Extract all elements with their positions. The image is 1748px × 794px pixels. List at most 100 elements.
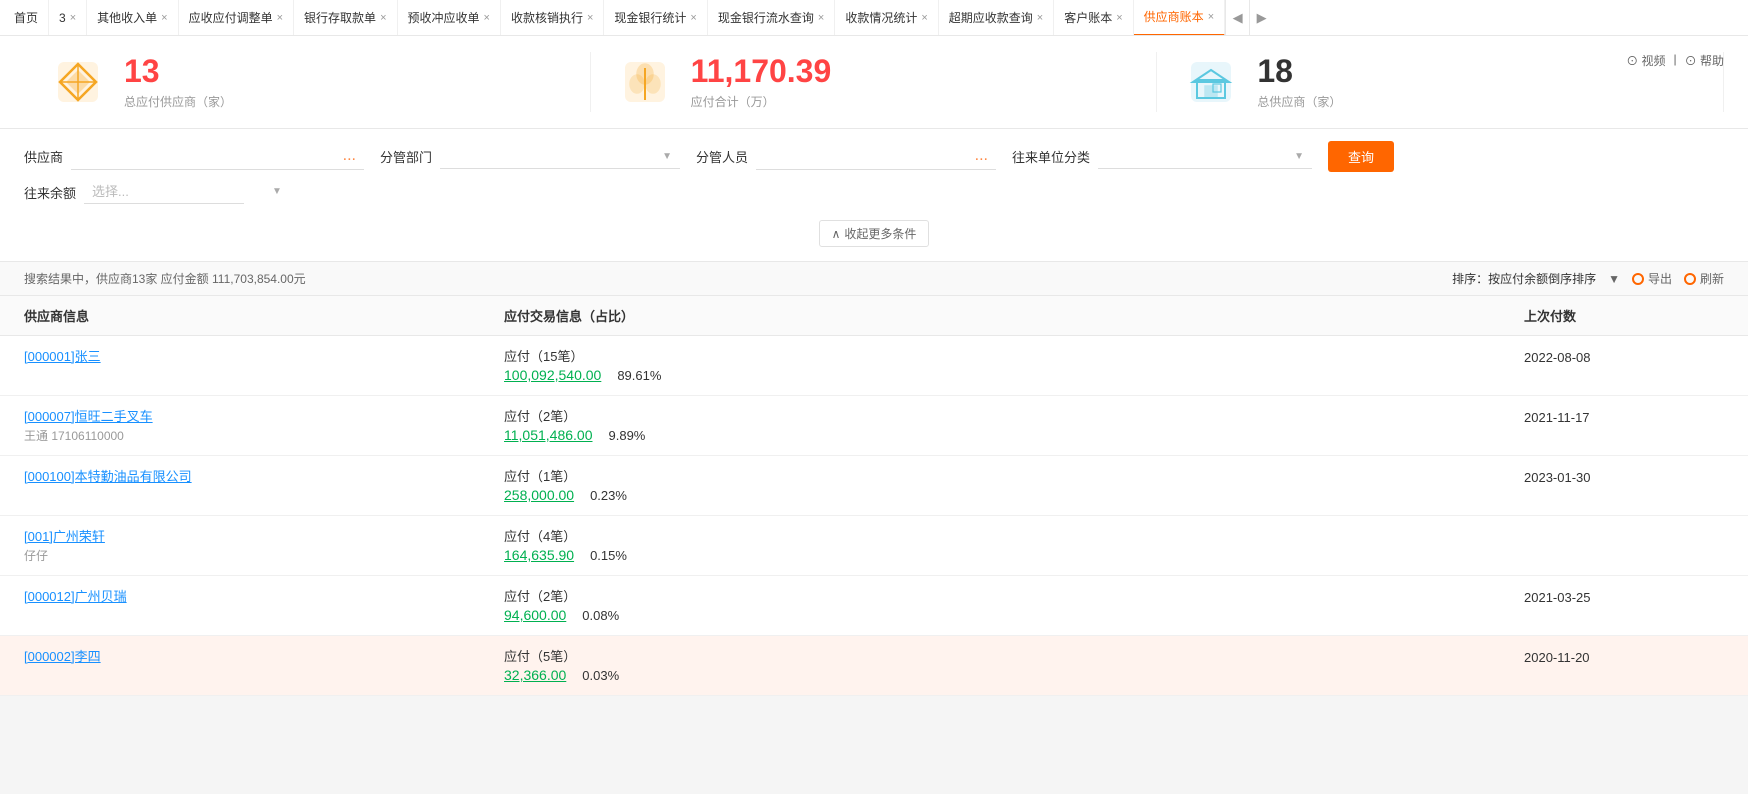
supplier-link-2[interactable]: [000007]恒旺二手叉车 xyxy=(24,406,504,425)
nav-home[interactable]: 首页 xyxy=(4,0,49,36)
export-label[interactable]: 导出 xyxy=(1648,270,1672,287)
refresh-label[interactable]: 刷新 xyxy=(1700,270,1724,287)
tx-amount-6[interactable]: 32,366.00 xyxy=(504,667,566,683)
tx-col-6: 应付（5笔） 32,366.00 0.03% xyxy=(504,646,1524,683)
tx-col-3: 应付（1笔） 258,000.00 0.23% xyxy=(504,466,1524,503)
supplier-link-1[interactable]: [000001]张三 xyxy=(24,346,504,365)
video-link[interactable]: ⊙ 视频 xyxy=(1626,52,1665,69)
nav-close-receipt-stat[interactable]: × xyxy=(921,12,927,24)
nav-ap-adjust[interactable]: 应收应付调整单 × xyxy=(179,0,294,36)
dept-input[interactable] xyxy=(448,149,658,164)
supplier-ellipsis[interactable]: ... xyxy=(343,147,356,165)
category-input[interactable] xyxy=(1106,149,1290,164)
export-radio xyxy=(1632,273,1644,285)
nav-close-customer-account[interactable]: × xyxy=(1116,12,1122,24)
last-pay-2: 2021-11-17 xyxy=(1524,406,1724,425)
nav-close-supplier-account[interactable]: × xyxy=(1208,11,1214,23)
refresh-button[interactable]: 刷新 xyxy=(1684,270,1724,287)
tx-col-1: 应付（15笔） 100,092,540.00 89.61% xyxy=(504,346,1524,383)
supplier-col-5: [000012]广州贝瑞 xyxy=(24,586,504,605)
tx-amount-2[interactable]: 11,051,486.00 xyxy=(504,427,593,443)
summary-ap-amount-text: 11,170.39 应付合计（万） xyxy=(691,54,832,110)
tx-amount-5[interactable]: 94,600.00 xyxy=(504,607,566,623)
summary-card-ap-amount: 11,170.39 应付合计（万） xyxy=(591,52,1158,112)
refresh-radio xyxy=(1684,273,1696,285)
collapse-button[interactable]: ∧ 收起更多条件 xyxy=(819,220,930,247)
summary-card-ap-suppliers: 13 总应付供应商（家） xyxy=(24,52,591,112)
dept-arrow[interactable]: ▼ xyxy=(662,151,672,162)
tx-info-4: 应付（4笔） 164,635.90 0.15% xyxy=(504,526,1524,563)
sort-arrow: ▼ xyxy=(1608,272,1620,286)
nav-collection[interactable]: 收款核销执行 × xyxy=(501,0,604,36)
tx-percent-4: 0.15% xyxy=(590,548,627,563)
sort-label[interactable]: 排序：按应付余额倒序排序 xyxy=(1452,270,1596,287)
tx-col-2: 应付（2笔） 11,051,486.00 9.89% xyxy=(504,406,1524,443)
balance-arrow[interactable]: ▼ xyxy=(272,186,282,197)
nav-bank-deposit[interactable]: 银行存取款单 × xyxy=(294,0,397,36)
header-supplier: 供应商信息 xyxy=(24,306,504,325)
nav-next-arrow[interactable]: ▶ xyxy=(1249,0,1273,36)
nav-close-cash-flow[interactable]: × xyxy=(818,12,824,24)
summary-ap-suppliers-text: 13 总应付供应商（家） xyxy=(124,54,232,110)
person-input-wrapper: ... xyxy=(756,143,996,170)
help-link[interactable]: ⊙ 帮助 xyxy=(1685,52,1724,69)
supplier-input[interactable] xyxy=(79,149,343,164)
nav-overdue-ar[interactable]: 超期应收款查询 × xyxy=(939,0,1054,36)
supplier-link-4[interactable]: [001]广州荣轩 xyxy=(24,526,504,545)
table-row: [000001]张三 应付（15笔） 100,092,540.00 89.61%… xyxy=(0,336,1748,396)
nav-cash-bank-stat[interactable]: 现金银行统计 × xyxy=(604,0,707,36)
supplier-contact-4: 仔仔 xyxy=(24,547,504,564)
person-input[interactable] xyxy=(764,149,975,164)
tx-label-3: 应付（1笔） xyxy=(504,466,1524,485)
tx-label-1: 应付（15笔） xyxy=(504,346,1524,365)
supplier-link-6[interactable]: [000002]李四 xyxy=(24,646,504,665)
tx-amount-1[interactable]: 100,092,540.00 xyxy=(504,367,601,383)
tx-row-4: 164,635.90 0.15% xyxy=(504,547,1524,563)
nav-other-income[interactable]: 其他收入单 × xyxy=(87,0,178,36)
tx-percent-3: 0.23% xyxy=(590,488,627,503)
nav-close-overdue-ar[interactable]: × xyxy=(1037,12,1043,24)
balance-field: 往来余额 ▼ xyxy=(24,180,244,204)
collapse-chevron: ∧ xyxy=(832,227,841,241)
balance-input[interactable] xyxy=(92,184,268,199)
header-transaction: 应付交易信息（占比） xyxy=(504,306,1524,325)
search-row-1: 供应商 ... 分管部门 ▼ 分管人员 ... 往来单位分类 xyxy=(24,141,1724,172)
dept-input-wrapper: ▼ xyxy=(440,145,680,169)
nav-close-cash-bank-stat[interactable]: × xyxy=(690,12,696,24)
supplier-link-5[interactable]: [000012]广州贝瑞 xyxy=(24,586,504,605)
tx-row-1: 100,092,540.00 89.61% xyxy=(504,367,1524,383)
store-icon xyxy=(1181,52,1241,112)
nav-customer-account[interactable]: 客户账本 × xyxy=(1054,0,1133,36)
nav-close-collection[interactable]: × xyxy=(587,12,593,24)
summary-area: 13 总应付供应商（家） 11,170.39 应付合计（万） xyxy=(0,36,1748,129)
export-button[interactable]: 导出 xyxy=(1632,270,1672,287)
search-area: 供应商 ... 分管部门 ▼ 分管人员 ... 往来单位分类 xyxy=(0,129,1748,262)
category-arrow[interactable]: ▼ xyxy=(1294,151,1304,162)
lastpay-col-6: 2020-11-20 xyxy=(1524,646,1724,665)
tx-amount-3[interactable]: 258,000.00 xyxy=(504,487,574,503)
nav-close-prepay[interactable]: × xyxy=(484,12,490,24)
tx-label-2: 应付（2笔） xyxy=(504,406,1524,425)
last-pay-3: 2023-01-30 xyxy=(1524,466,1724,485)
nav-receipt-stat[interactable]: 收款情况统计 × xyxy=(835,0,938,36)
supplier-col-4: [001]广州荣轩 仔仔 xyxy=(24,526,504,564)
nav-close-bank-deposit[interactable]: × xyxy=(380,12,386,24)
table-row: [001]广州荣轩 仔仔 应付（4笔） 164,635.90 0.15% xyxy=(0,516,1748,576)
nav-prepay[interactable]: 预收冲应收单 × xyxy=(398,0,501,36)
tx-amount-4[interactable]: 164,635.90 xyxy=(504,547,574,563)
tx-col-4: 应付（4笔） 164,635.90 0.15% xyxy=(504,526,1524,563)
nav-tab-3[interactable]: 3 × xyxy=(49,0,87,36)
lastpay-col-2: 2021-11-17 xyxy=(1524,406,1724,425)
supplier-link-3[interactable]: [000100]本特勤油品有限公司 xyxy=(24,466,504,485)
nav-close-other-income[interactable]: × xyxy=(161,12,167,24)
total-suppliers-num: 18 xyxy=(1257,54,1341,89)
nav-supplier-account[interactable]: 供应商账本 × xyxy=(1134,0,1225,36)
query-button[interactable]: 查询 xyxy=(1328,141,1394,172)
tx-label-6: 应付（5笔） xyxy=(504,646,1524,665)
nav-close-3[interactable]: × xyxy=(70,12,76,24)
nav-cash-flow[interactable]: 现金银行流水查询 × xyxy=(708,0,835,36)
nav-close-ap-adjust[interactable]: × xyxy=(277,12,283,24)
search-row-2: 往来余额 ▼ xyxy=(24,180,1724,204)
person-ellipsis[interactable]: ... xyxy=(975,147,988,165)
nav-prev-arrow[interactable]: ◀ xyxy=(1225,0,1249,36)
